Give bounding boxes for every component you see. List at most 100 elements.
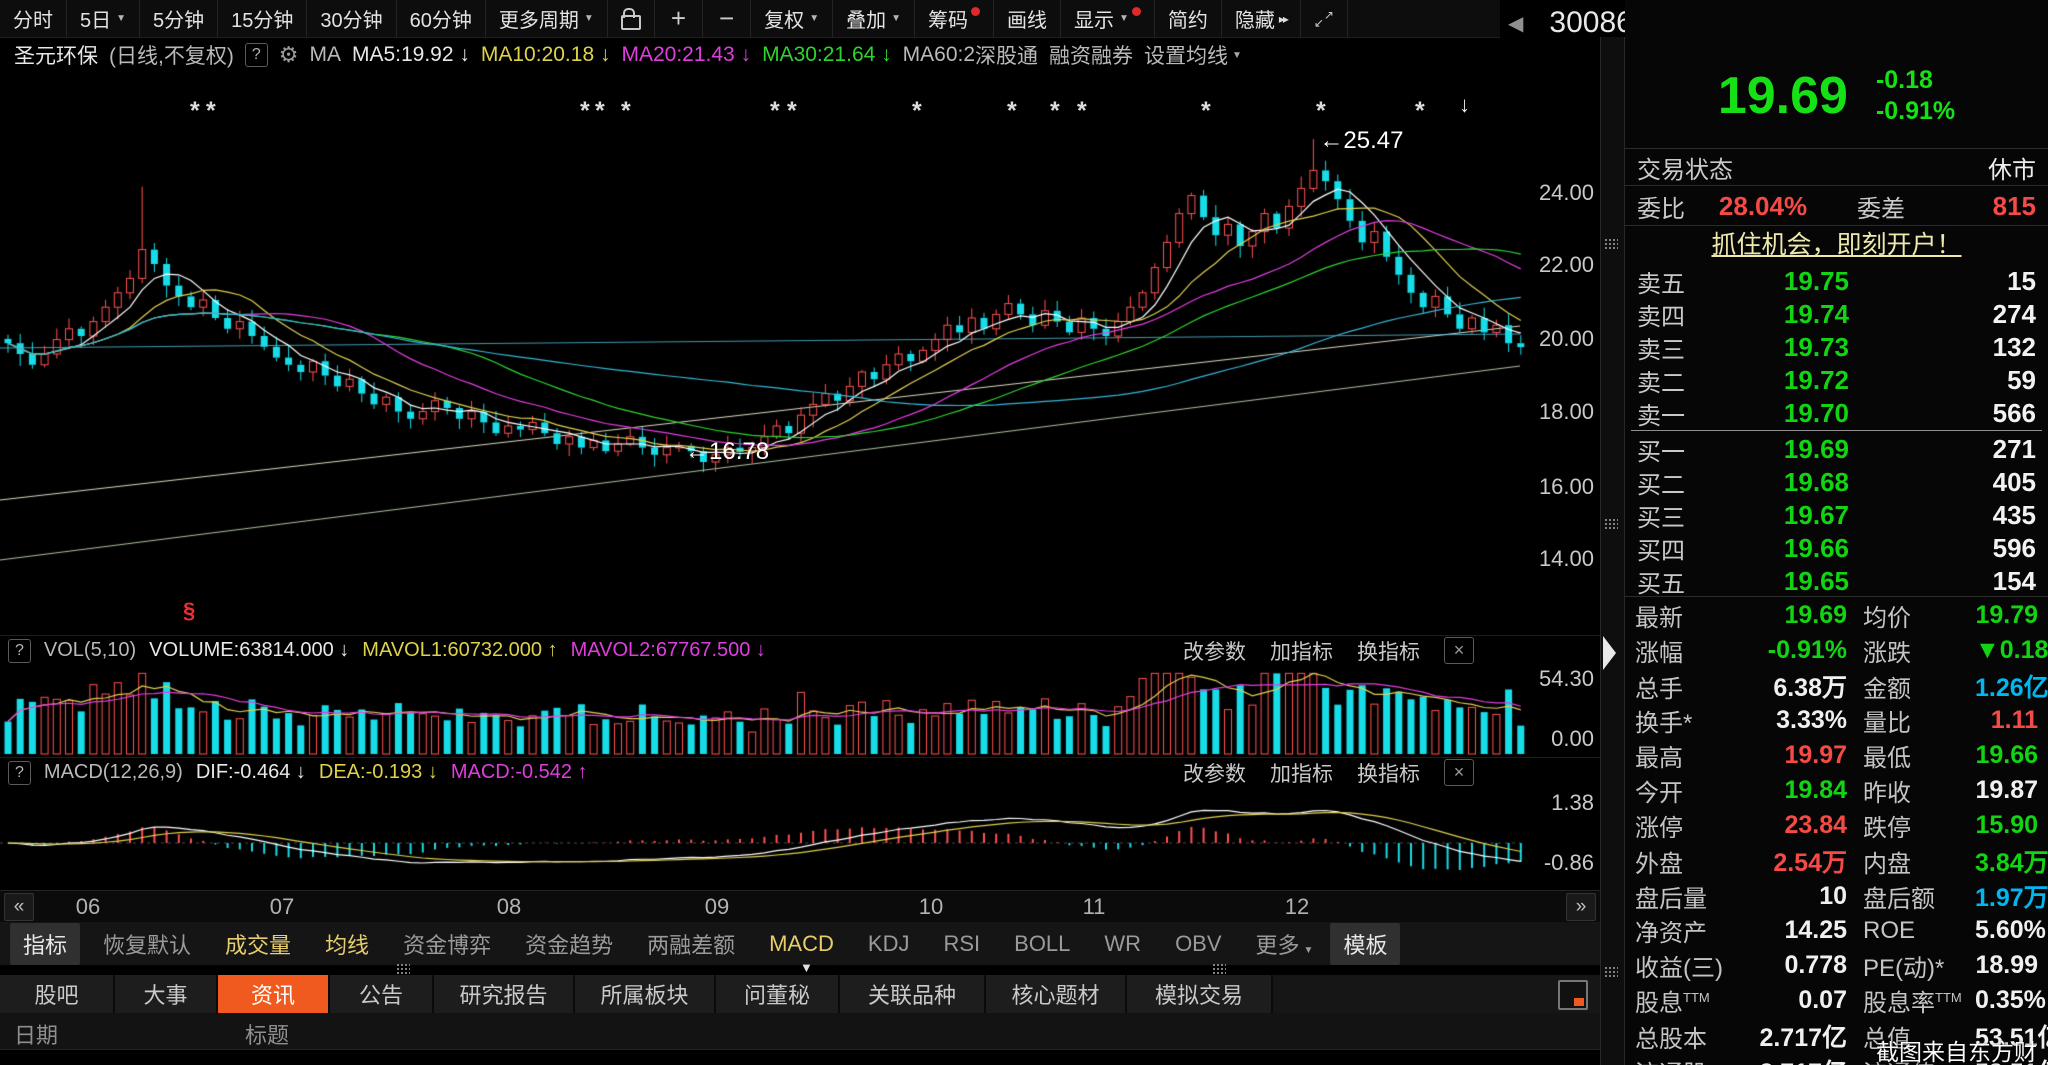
indicator-tab-WR[interactable]: WR [1087,931,1158,957]
toolbar-item-chips[interactable]: 筹码 [915,0,994,37]
drag-handle-icon[interactable] [1212,963,1226,975]
pane-action-0[interactable]: 改参数 [1183,636,1246,666]
bottom-tab-资讯[interactable]: 资讯 [218,975,330,1013]
close-pane-icon[interactable]: × [1444,637,1474,664]
bottom-tab-核心题材[interactable]: 核心题材 [986,975,1127,1013]
drag-handle-icon[interactable] [396,963,410,975]
event-marker-icon[interactable]: * [912,99,922,124]
indicator-tab-资金博弈[interactable]: 资金博弈 [386,928,508,960]
toolbar-item-adjust-price[interactable]: 复权▼ [751,0,833,37]
multi-window-icon[interactable] [1558,980,1588,1010]
indicator-tab-模板[interactable]: 模板 [1330,923,1400,965]
close-pane-icon[interactable]: × [1444,759,1474,786]
link-ma-settings[interactable]: 设置均线 [1144,40,1228,70]
toolbar-item-draw-line[interactable]: 画线 [994,0,1061,37]
indicator-tab-MACD[interactable]: MACD [752,931,851,957]
drag-handle-icon[interactable] [1604,238,1618,250]
bottom-tab-公告[interactable]: 公告 [330,975,434,1013]
indicator-tab-成交量[interactable]: 成交量 [208,928,308,960]
event-marker-icon[interactable]: * [1316,99,1326,124]
toolbar-item-more-periods[interactable]: 更多周期▼ [486,0,608,37]
volume-chart[interactable] [0,666,1600,756]
toolbar-item-fullscreen[interactable]: ↗↙ [1301,0,1348,37]
pane-action-1[interactable]: 加指标 [1270,758,1333,788]
event-marker-icon[interactable]: * [621,99,631,124]
event-marker-icon[interactable]: * [1077,99,1087,124]
drag-handle-icon[interactable] [1604,518,1618,530]
level-quantity: 274 [1849,299,2036,330]
link-shengutong[interactable]: 深股通 [975,40,1038,70]
gear-icon[interactable]: ⚙ [279,42,299,68]
collapse-chevron-icon[interactable]: ▼ [800,960,813,975]
toolbar-item-lock[interactable] [608,0,655,37]
stat-row: 外盘2.54万内盘3.84万 [1625,843,2048,878]
column-title: 标题 [245,1018,289,1050]
help-icon[interactable]: ? [245,43,268,67]
bottom-tab-研究报告[interactable]: 研究报告 [434,975,575,1013]
toolbar-item-5min[interactable]: 5分钟 [140,0,218,37]
drag-handle-icon[interactable] [1604,966,1618,978]
toolbar-item-overlay[interactable]: 叠加▼ [833,0,915,37]
event-marker-icon[interactable]: * [770,99,780,124]
bottom-tab-大事[interactable]: 大事 [115,975,218,1013]
collapse-panel-arrow-icon[interactable] [1603,636,1616,670]
event-marker-icon[interactable]: * [1050,99,1060,124]
event-marker-icon[interactable]: * [580,99,590,124]
pane-action-2[interactable]: 换指标 [1357,758,1420,788]
scroll-right-icon[interactable]: » [1566,893,1596,921]
scroll-left-icon[interactable]: « [4,893,34,921]
link-margin-trading[interactable]: 融资融券 [1049,40,1133,70]
chart-toolbar: 分时5日▼5分钟15分钟30分钟60分钟更多周期▼ +−复权▼叠加▼筹码画线显示▼… [0,0,1500,38]
level-quantity: 154 [1849,566,2036,597]
toolbar-item-minute-chart[interactable]: 分时 [0,0,67,37]
bottom-tab-问董秘[interactable]: 问董秘 [716,975,840,1013]
event-marker-icon[interactable]: * [206,99,216,124]
macd-chart[interactable] [0,788,1600,888]
toolbar-item-zoom-out[interactable]: − [703,0,751,37]
event-marker-icon[interactable]: * [787,99,797,124]
level-price: 19.66 [1707,533,1849,564]
dividend-marker-icon[interactable]: § [183,598,195,624]
bottom-tab-股吧[interactable]: 股吧 [0,975,115,1013]
help-icon[interactable]: ? [8,761,31,785]
event-marker-icon[interactable]: * [1007,99,1017,124]
indicator-tab-KDJ[interactable]: KDJ [851,931,927,957]
prev-stock-arrow-icon[interactable]: ◀ [1508,11,1523,36]
indicator-tab-恢复默认[interactable]: 恢复默认 [86,928,208,960]
event-marker-icon[interactable]: * [1201,99,1211,124]
indicator-tab-更多[interactable]: 更多▼ [1239,928,1331,960]
indicator-tab-两融差额[interactable]: 两融差额 [630,928,752,960]
bottom-tab-所属板块[interactable]: 所属板块 [575,975,716,1013]
toolbar-item-display[interactable]: 显示▼ [1061,0,1155,37]
candlestick-chart[interactable] [0,72,1600,632]
pane-action-2[interactable]: 换指标 [1357,636,1420,666]
toolbar-item-label: − [719,3,734,34]
open-account-ad-link[interactable]: 抓住机会，即刻开户！ [1625,228,2048,263]
toolbar-item-zoom-in[interactable]: + [655,0,703,37]
toolbar-item-15min[interactable]: 15分钟 [218,0,307,37]
toolbar-item-30min[interactable]: 30分钟 [307,0,396,37]
bottom-tab-模拟交易[interactable]: 模拟交易 [1127,975,1273,1013]
indicator-tab-OBV[interactable]: OBV [1158,931,1238,957]
volume-value: VOLUME:63814.000 ↓ [149,639,349,662]
event-marker-icon[interactable]: * [1415,99,1425,124]
buy-level-row: 买五19.65154 [1625,564,2048,597]
bottom-tab-关联品种[interactable]: 关联品种 [840,975,986,1013]
event-marker-icon[interactable]: * [190,99,200,124]
toolbar-item-hide[interactable]: 隐藏▸▸ [1222,0,1301,37]
pane-action-1[interactable]: 加指标 [1270,636,1333,666]
pane-action-0[interactable]: 改参数 [1183,758,1246,788]
toolbar-item-five-day[interactable]: 5日▼ [67,0,140,37]
toolbar-item-simple-mode[interactable]: 简约 [1155,0,1222,37]
down-arrow-marker-icon[interactable]: ↓ [1459,92,1470,118]
indicator-tab-均线[interactable]: 均线 [308,928,386,960]
indicator-tab-指标[interactable]: 指标 [10,923,80,965]
indicator-tab-资金趋势[interactable]: 资金趋势 [508,928,630,960]
sell-level-row: 卖二19.7259 [1625,363,2048,396]
help-icon[interactable]: ? [8,639,31,663]
panel-divider[interactable] [1600,37,1625,1065]
indicator-tab-RSI[interactable]: RSI [926,931,997,957]
indicator-tab-BOLL[interactable]: BOLL [997,931,1087,957]
toolbar-item-60min[interactable]: 60分钟 [397,0,486,37]
event-marker-icon[interactable]: * [595,99,605,124]
